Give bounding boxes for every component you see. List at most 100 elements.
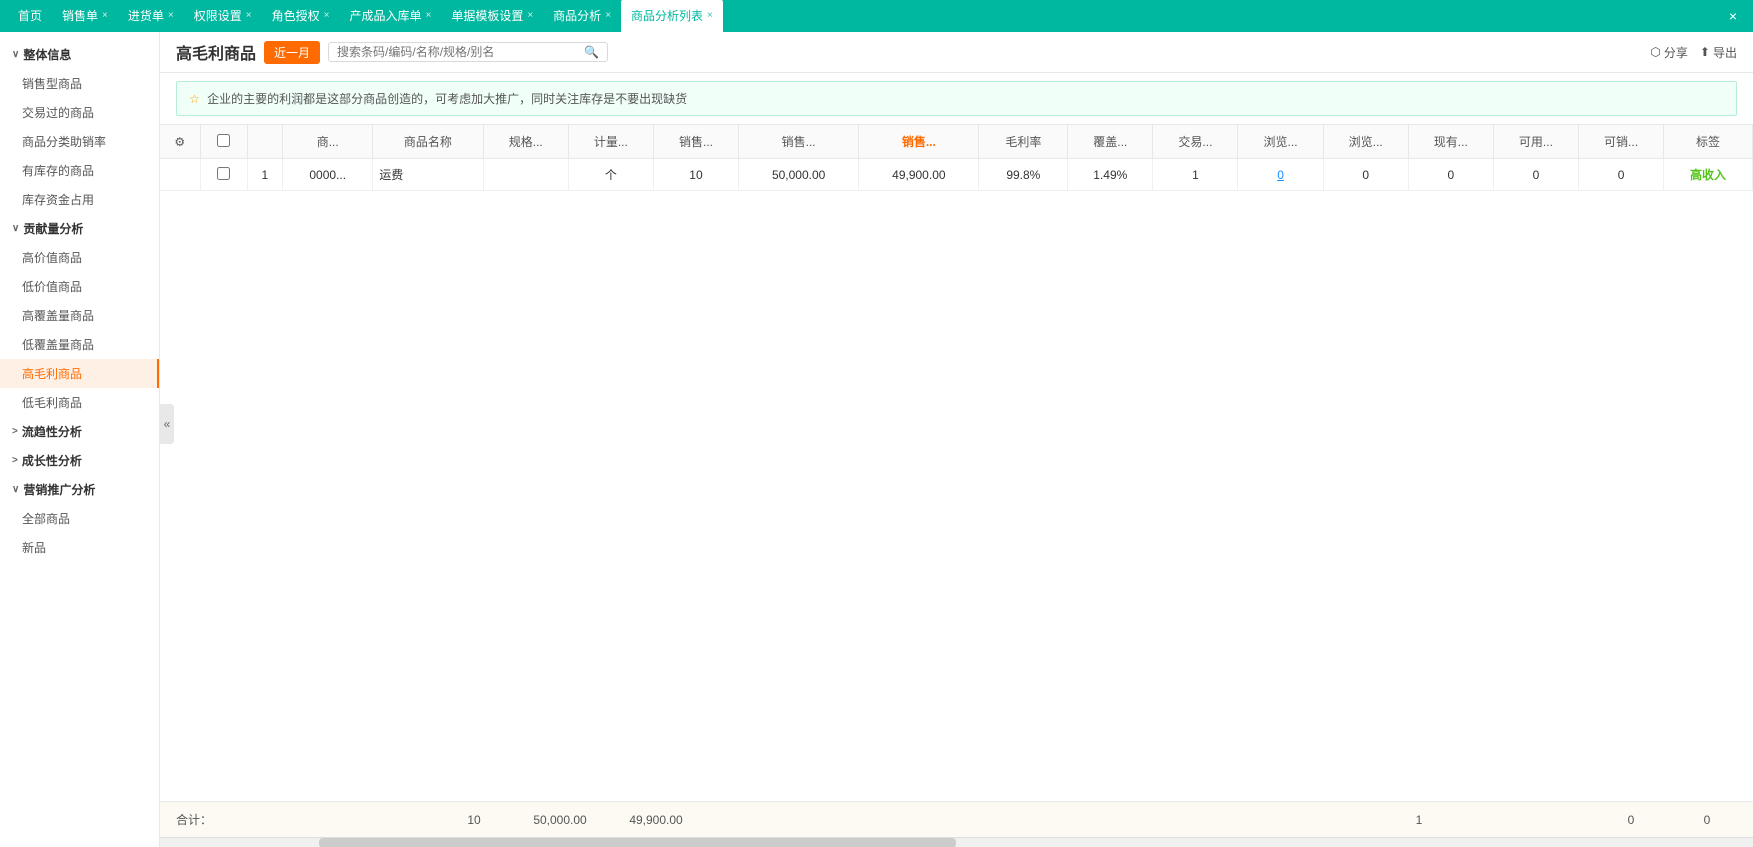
- cell-tag: 高收入: [1664, 159, 1753, 191]
- info-icon: ☆: [189, 92, 200, 106]
- table-row: 1 0000... 运费 个 10 50,000.00 49,900.00 99…: [160, 159, 1753, 191]
- col-stock3: 可销...: [1578, 125, 1663, 159]
- sidebar-item-all-goods[interactable]: 全部商品: [0, 504, 159, 533]
- sidebar-item-category-rate[interactable]: 商品分类助销率: [0, 127, 159, 156]
- col-spec: 规格...: [483, 125, 568, 159]
- cell-unit: 个: [568, 159, 653, 191]
- sidebar-group-contribution[interactable]: ∨ 贡献量分析: [0, 214, 159, 243]
- filter-button[interactable]: 近一月: [264, 41, 320, 64]
- select-all-checkbox[interactable]: [217, 134, 230, 147]
- col-sales3: 销售...: [859, 125, 979, 159]
- cell-code: 0000...: [283, 159, 373, 191]
- nav-purchase[interactable]: 进货单 ×: [118, 0, 184, 32]
- footer-summary: 合计： 10 50,000.00 49,900.00 1 0 0: [160, 801, 1753, 837]
- page-title: 高毛利商品: [176, 40, 256, 64]
- export-button[interactable]: ⬆ 导出: [1700, 44, 1737, 61]
- cell-sales2: 50,000.00: [739, 159, 859, 191]
- share-icon: ⬡: [1650, 45, 1660, 59]
- sidebar-item-traded-goods[interactable]: 交易过的商品: [0, 98, 159, 127]
- nav-sales[interactable]: 销售单 ×: [52, 0, 118, 32]
- nav-home[interactable]: 首页: [8, 0, 52, 32]
- close-analysis-tab[interactable]: ×: [605, 0, 611, 32]
- search-input[interactable]: [337, 45, 580, 59]
- col-name: 商品名称: [373, 125, 483, 159]
- sidebar-item-low-value[interactable]: 低价值商品: [0, 272, 159, 301]
- cell-browse2: 0: [1323, 159, 1408, 191]
- close-analysis-list-tab[interactable]: ×: [707, 0, 713, 32]
- sidebar-item-high-value[interactable]: 高价值商品: [0, 243, 159, 272]
- table-wrapper[interactable]: ⚙ 商... 商品名称 规格... 计量... 销售... 销售... 销售..…: [160, 124, 1753, 801]
- nav-roles[interactable]: 角色授权 ×: [262, 0, 340, 32]
- sidebar-group-marketing[interactable]: ∨ 营销推广分析: [0, 475, 159, 504]
- footer-label: 合计：: [176, 811, 212, 828]
- sidebar-item-high-coverage[interactable]: 高覆盖量商品: [0, 301, 159, 330]
- sidebar-group-overall[interactable]: ∨ 整体信息: [0, 40, 159, 69]
- cell-trade: 1: [1153, 159, 1238, 191]
- cell-stock2: 0: [1493, 159, 1578, 191]
- close-roles-tab[interactable]: ×: [324, 0, 330, 32]
- cell-browse1[interactable]: 0: [1238, 159, 1323, 191]
- cell-sales3: 49,900.00: [859, 159, 979, 191]
- close-product-inbound-tab[interactable]: ×: [425, 0, 431, 32]
- footer-sales1: 10: [444, 813, 504, 827]
- col-unit: 计量...: [568, 125, 653, 159]
- arrow-overall: ∨: [12, 49, 19, 60]
- horizontal-scrollbar[interactable]: [160, 837, 1753, 847]
- nav-template[interactable]: 单据模板设置 ×: [441, 0, 543, 32]
- content-area: 高毛利商品 近一月 🔍 ⬡ 分享 ⬆ 导出 ☆ 企业的主要的利润都是这部分商品创…: [160, 32, 1753, 847]
- col-stock2: 可用...: [1493, 125, 1578, 159]
- info-banner: ☆ 企业的主要的利润都是这部分商品创造的，可考虑加大推广，同时关注库存是不要出现…: [176, 81, 1737, 116]
- sidebar-group-growth[interactable]: > 成长性分析: [0, 446, 159, 475]
- sidebar-item-low-coverage[interactable]: 低覆盖量商品: [0, 330, 159, 359]
- cell-name: 运费: [373, 159, 483, 191]
- search-icon[interactable]: 🔍: [584, 45, 599, 59]
- col-trade: 交易...: [1153, 125, 1238, 159]
- col-coverage: 覆盖...: [1068, 125, 1153, 159]
- sidebar-item-sales-goods[interactable]: 销售型商品: [0, 69, 159, 98]
- col-num: [247, 125, 283, 159]
- sidebar-item-high-margin[interactable]: 高毛利商品: [0, 359, 159, 388]
- share-button[interactable]: ⬡ 分享: [1650, 44, 1688, 61]
- close-purchase-tab[interactable]: ×: [168, 0, 174, 32]
- sidebar-group-trend[interactable]: > 流趋性分析: [0, 417, 159, 446]
- nav-analysis[interactable]: 商品分析 ×: [543, 0, 621, 32]
- cell-gross-rate: 99.8%: [979, 159, 1068, 191]
- footer-stock1: 0: [1601, 813, 1661, 827]
- cell-checkbox[interactable]: [200, 159, 247, 191]
- cell-stock1: 0: [1408, 159, 1493, 191]
- col-sales2: 销售...: [739, 125, 859, 159]
- cell-stock3: 0: [1578, 159, 1663, 191]
- close-all-button[interactable]: ×: [1721, 8, 1745, 24]
- col-tag: 标签: [1664, 125, 1753, 159]
- settings-icon: ⚙: [174, 135, 185, 149]
- footer-stock2: 0: [1677, 813, 1737, 827]
- table-header-row: ⚙ 商... 商品名称 规格... 计量... 销售... 销售... 销售..…: [160, 125, 1753, 159]
- nav-permissions[interactable]: 权限设置 ×: [184, 0, 262, 32]
- col-checkbox[interactable]: [200, 125, 247, 159]
- col-code: 商...: [283, 125, 373, 159]
- sidebar-collapse-button[interactable]: «: [160, 404, 174, 444]
- sidebar-item-stock-capital[interactable]: 库存资金占用: [0, 185, 159, 214]
- nav-analysis-list[interactable]: 商品分析列表 ×: [621, 0, 723, 32]
- nav-product-inbound[interactable]: 产成品入库单 ×: [339, 0, 441, 32]
- sidebar-item-in-stock[interactable]: 有库存的商品: [0, 156, 159, 185]
- close-sales-tab[interactable]: ×: [102, 0, 108, 32]
- export-icon: ⬆: [1700, 45, 1710, 59]
- col-browse2: 浏览...: [1323, 125, 1408, 159]
- close-template-tab[interactable]: ×: [527, 0, 533, 32]
- cell-settings: [160, 159, 200, 191]
- footer-trade: 1: [1389, 813, 1449, 827]
- arrow-marketing: ∨: [12, 484, 19, 495]
- sidebar-item-low-margin[interactable]: 低毛利商品: [0, 388, 159, 417]
- data-table: ⚙ 商... 商品名称 规格... 计量... 销售... 销售... 销售..…: [160, 124, 1753, 191]
- row-checkbox[interactable]: [217, 167, 230, 180]
- close-permissions-tab[interactable]: ×: [246, 0, 252, 32]
- col-gross-rate: 毛利率: [979, 125, 1068, 159]
- sidebar-item-new-goods[interactable]: 新品: [0, 533, 159, 562]
- scrollbar-thumb[interactable]: [319, 838, 956, 847]
- arrow-contribution: ∨: [12, 223, 19, 234]
- arrow-trend: >: [12, 426, 18, 437]
- col-settings[interactable]: ⚙: [160, 125, 200, 159]
- col-sales1: 销售...: [653, 125, 738, 159]
- main-layout: ∨ 整体信息 销售型商品 交易过的商品 商品分类助销率 有库存的商品 库存资金占…: [0, 32, 1753, 847]
